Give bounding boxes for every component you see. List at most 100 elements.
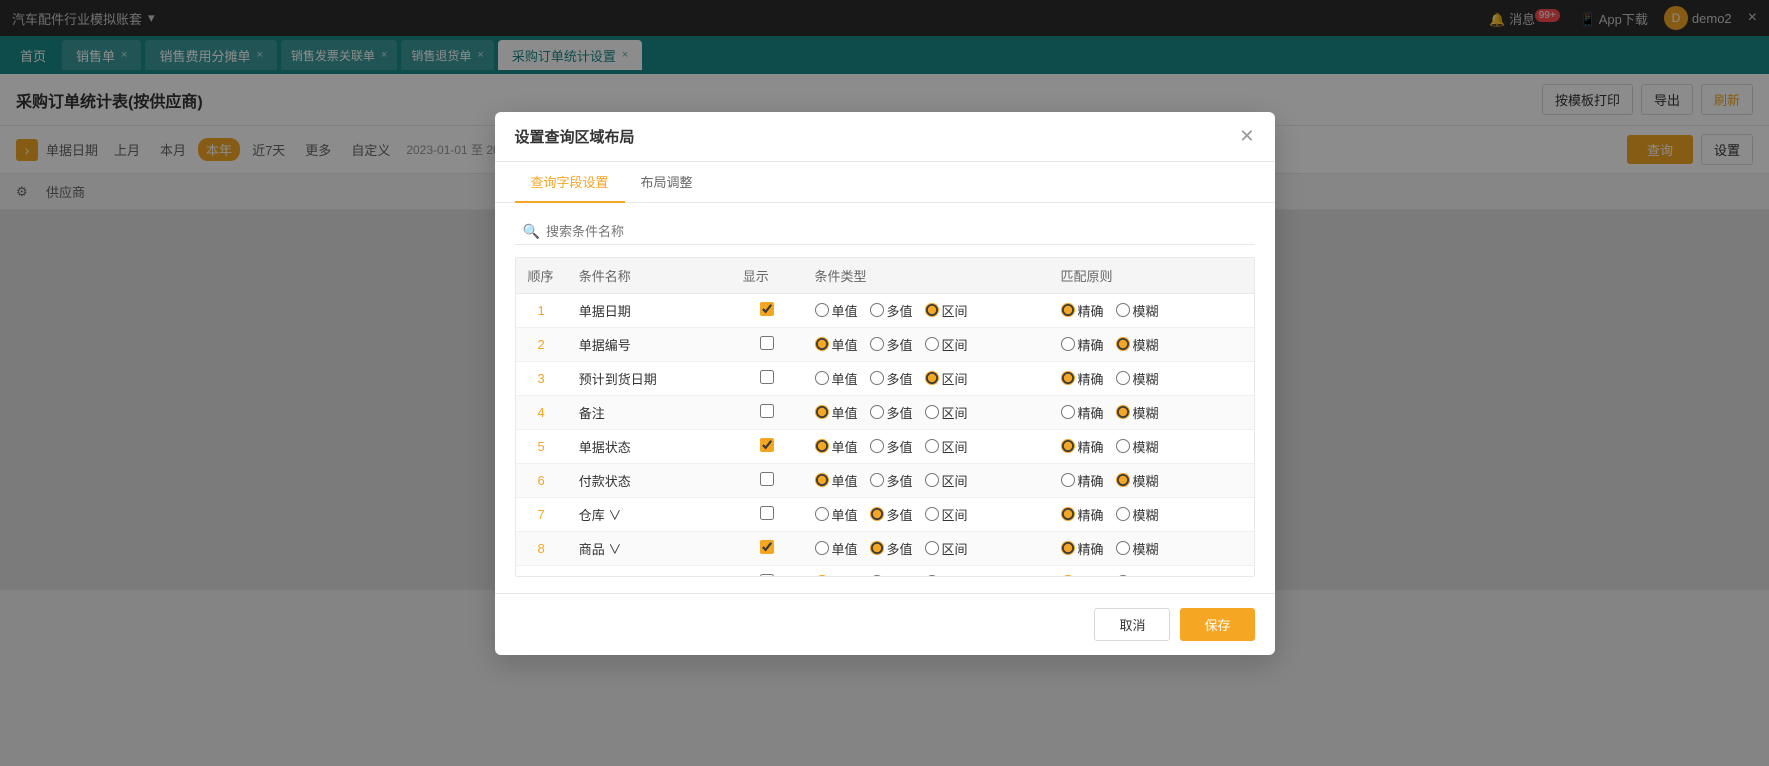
row-show-cell bbox=[731, 531, 803, 565]
row-order: 2 bbox=[516, 327, 567, 361]
table-row: 2单据编号单值多值区间精确模糊 bbox=[516, 327, 1254, 361]
row-show-checkbox[interactable] bbox=[760, 540, 774, 554]
type-radio-区间[interactable]: 区间 bbox=[925, 335, 968, 354]
type-radio-区间[interactable]: 区间 bbox=[925, 471, 968, 490]
match-radio-模糊[interactable]: 模糊 bbox=[1116, 335, 1159, 354]
row-order: 1 bbox=[516, 293, 567, 327]
row-match-cell: 精确模糊 bbox=[1049, 497, 1254, 531]
match-radio-精确[interactable]: 精确 bbox=[1061, 505, 1104, 524]
save-button[interactable]: 保存 bbox=[1180, 608, 1254, 641]
row-condition-name: 单据编号 bbox=[567, 327, 731, 361]
type-radio-区间[interactable]: 区间 bbox=[925, 539, 968, 558]
type-radio-多值[interactable]: 多值 bbox=[870, 471, 913, 490]
modal-tab-layout[interactable]: 布局调整 bbox=[625, 162, 709, 203]
match-radio-模糊[interactable]: 模糊 bbox=[1116, 539, 1159, 558]
row-show-checkbox[interactable] bbox=[760, 574, 774, 577]
type-radio-单值[interactable]: 单值 bbox=[815, 301, 858, 320]
type-radio-区间[interactable]: 区间 bbox=[925, 573, 968, 577]
row-show-checkbox[interactable] bbox=[760, 472, 774, 486]
match-radio-模糊[interactable]: 模糊 bbox=[1116, 471, 1159, 490]
match-radio-模糊[interactable]: 模糊 bbox=[1116, 437, 1159, 456]
type-radio-多值[interactable]: 多值 bbox=[870, 369, 913, 388]
type-radio-多值[interactable]: 多值 bbox=[870, 335, 913, 354]
table-row: 8商品 ∨单值多值区间精确模糊 bbox=[516, 531, 1254, 565]
row-order: 3 bbox=[516, 361, 567, 395]
col-header-order: 顺序 bbox=[516, 258, 567, 294]
row-show-cell bbox=[731, 463, 803, 497]
type-radio-单值[interactable]: 单值 bbox=[815, 573, 858, 577]
row-type-cell: 单值多值区间 bbox=[803, 327, 1049, 361]
condition-search-input[interactable] bbox=[546, 224, 746, 239]
row-order: 7 bbox=[516, 497, 567, 531]
type-radio-单值[interactable]: 单值 bbox=[815, 403, 858, 422]
type-radio-多值[interactable]: 多值 bbox=[870, 539, 913, 558]
row-show-checkbox[interactable] bbox=[760, 438, 774, 452]
match-radio-精确[interactable]: 精确 bbox=[1061, 335, 1104, 354]
match-radio-精确[interactable]: 精确 bbox=[1061, 437, 1104, 456]
modal-close-button[interactable]: ✕ bbox=[1239, 126, 1254, 147]
row-order: 9 bbox=[516, 565, 567, 577]
row-show-checkbox[interactable] bbox=[760, 404, 774, 418]
row-order: 4 bbox=[516, 395, 567, 429]
type-radio-单值[interactable]: 单值 bbox=[815, 505, 858, 524]
table-row: 3预计到货日期单值多值区间精确模糊 bbox=[516, 361, 1254, 395]
type-radio-区间[interactable]: 区间 bbox=[925, 369, 968, 388]
row-condition-name: 付款状态 bbox=[567, 463, 731, 497]
conditions-table-wrap: 顺序 条件名称 显示 条件类型 匹配原则 1单据日期单值多值区间精确模糊2单据编… bbox=[515, 257, 1255, 577]
row-match-cell: 精确模糊 bbox=[1049, 293, 1254, 327]
match-radio-模糊[interactable]: 模糊 bbox=[1116, 369, 1159, 388]
row-match-cell: 精确模糊 bbox=[1049, 463, 1254, 497]
type-radio-多值[interactable]: 多值 bbox=[870, 403, 913, 422]
modal-tab-query-fields[interactable]: 查询字段设置 bbox=[515, 162, 625, 203]
row-type-cell: 单值多值区间 bbox=[803, 293, 1049, 327]
match-radio-精确[interactable]: 精确 bbox=[1061, 573, 1104, 577]
type-radio-区间[interactable]: 区间 bbox=[925, 505, 968, 524]
match-radio-精确[interactable]: 精确 bbox=[1061, 403, 1104, 422]
match-radio-精确[interactable]: 精确 bbox=[1061, 301, 1104, 320]
match-radio-精确[interactable]: 精确 bbox=[1061, 369, 1104, 388]
row-type-cell: 单值多值区间 bbox=[803, 497, 1049, 531]
row-type-cell: 单值多值区间 bbox=[803, 395, 1049, 429]
row-condition-name: 属性 ∨ bbox=[567, 565, 731, 577]
row-type-cell: 单值多值区间 bbox=[803, 463, 1049, 497]
match-radio-模糊[interactable]: 模糊 bbox=[1116, 573, 1159, 577]
row-show-checkbox[interactable] bbox=[760, 370, 774, 384]
row-type-cell: 单值多值区间 bbox=[803, 361, 1049, 395]
row-show-cell bbox=[731, 361, 803, 395]
row-show-checkbox[interactable] bbox=[760, 336, 774, 350]
type-radio-区间[interactable]: 区间 bbox=[925, 403, 968, 422]
table-row: 4备注单值多值区间精确模糊 bbox=[516, 395, 1254, 429]
row-match-cell: 精确模糊 bbox=[1049, 327, 1254, 361]
match-radio-精确[interactable]: 精确 bbox=[1061, 539, 1104, 558]
row-show-cell bbox=[731, 429, 803, 463]
row-order: 5 bbox=[516, 429, 567, 463]
type-radio-单值[interactable]: 单值 bbox=[815, 471, 858, 490]
match-radio-模糊[interactable]: 模糊 bbox=[1116, 505, 1159, 524]
match-radio-模糊[interactable]: 模糊 bbox=[1116, 403, 1159, 422]
row-show-checkbox[interactable] bbox=[760, 302, 774, 316]
type-radio-多值[interactable]: 多值 bbox=[870, 505, 913, 524]
row-match-cell: 精确模糊 bbox=[1049, 531, 1254, 565]
match-radio-精确[interactable]: 精确 bbox=[1061, 471, 1104, 490]
type-radio-多值[interactable]: 多值 bbox=[870, 301, 913, 320]
modal-tabs: 查询字段设置 布局调整 bbox=[495, 162, 1275, 203]
modal-title: 设置查询区域布局 bbox=[515, 126, 635, 147]
row-show-checkbox[interactable] bbox=[760, 506, 774, 520]
type-radio-多值[interactable]: 多值 bbox=[870, 437, 913, 456]
type-radio-单值[interactable]: 单值 bbox=[815, 539, 858, 558]
cancel-button[interactable]: 取消 bbox=[1094, 608, 1170, 641]
row-condition-name: 商品 ∨ bbox=[567, 531, 731, 565]
table-row: 5单据状态单值多值区间精确模糊 bbox=[516, 429, 1254, 463]
type-radio-区间[interactable]: 区间 bbox=[925, 437, 968, 456]
search-icon: 🔍 bbox=[523, 223, 540, 240]
type-radio-单值[interactable]: 单值 bbox=[815, 335, 858, 354]
table-row: 6付款状态单值多值区间精确模糊 bbox=[516, 463, 1254, 497]
type-radio-单值[interactable]: 单值 bbox=[815, 437, 858, 456]
match-radio-模糊[interactable]: 模糊 bbox=[1116, 301, 1159, 320]
col-header-type: 条件类型 bbox=[803, 258, 1049, 294]
type-radio-单值[interactable]: 单值 bbox=[815, 369, 858, 388]
row-show-cell bbox=[731, 293, 803, 327]
type-radio-区间[interactable]: 区间 bbox=[925, 301, 968, 320]
type-radio-多值[interactable]: 多值 bbox=[870, 573, 913, 577]
row-show-cell bbox=[731, 395, 803, 429]
